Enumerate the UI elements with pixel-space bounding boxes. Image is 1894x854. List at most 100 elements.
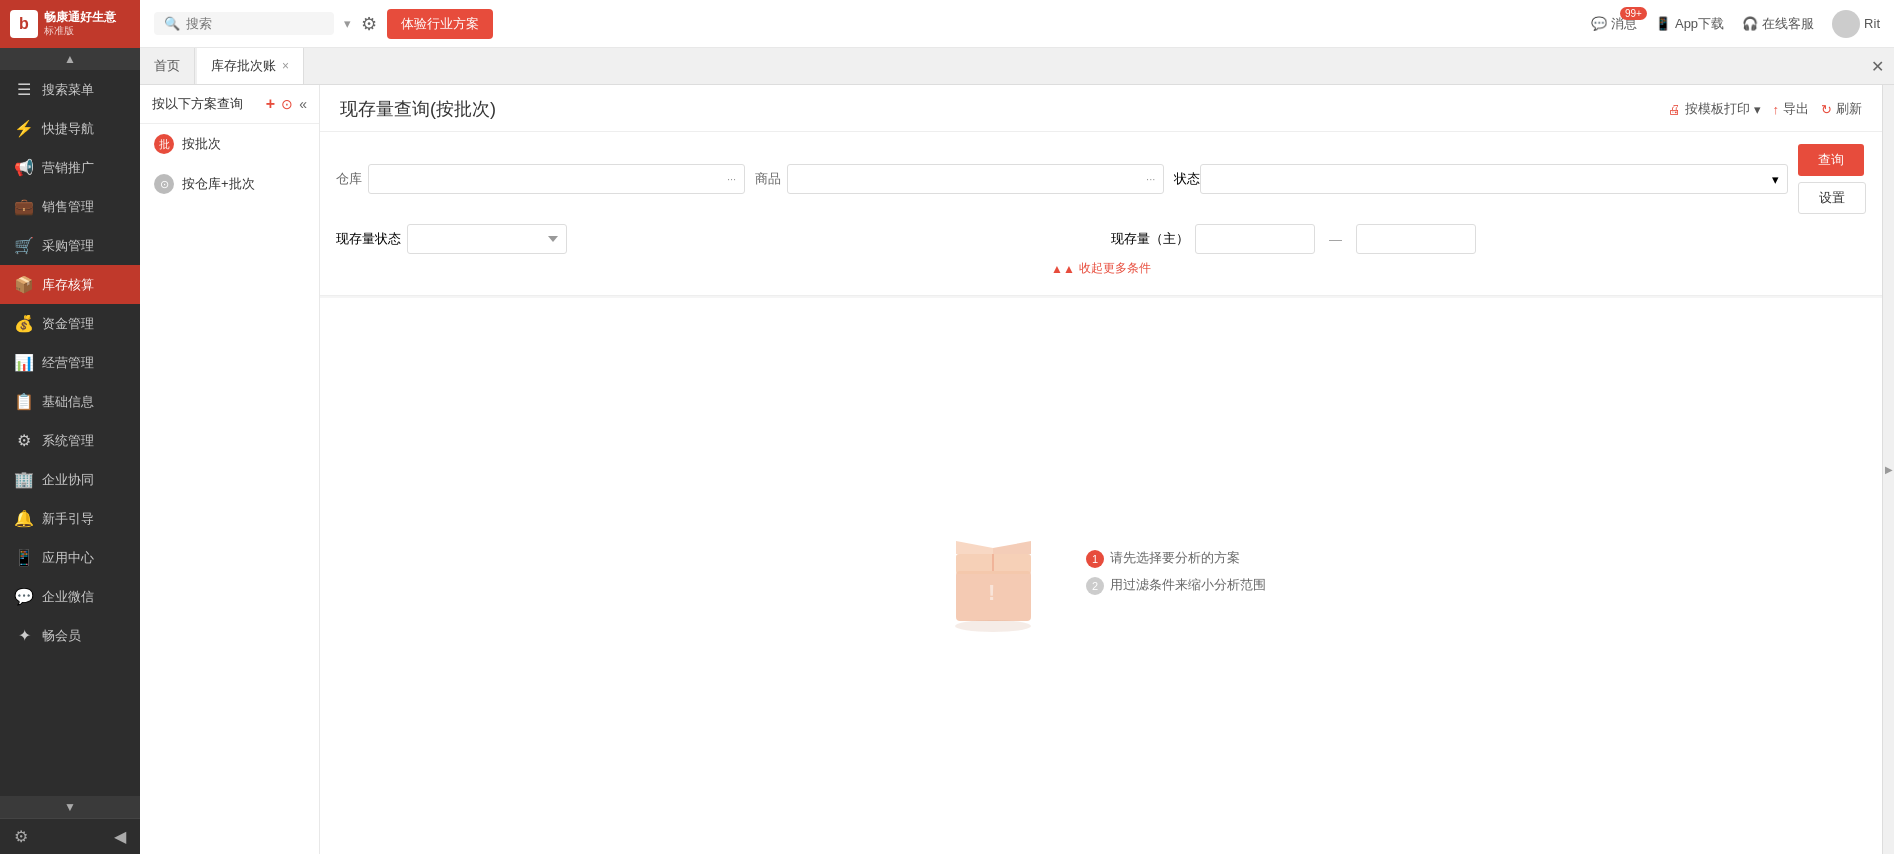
sidebar-item-appcenter[interactable]: 📱 应用中心 (0, 538, 140, 577)
tab-close-icon[interactable]: × (282, 60, 289, 72)
messages-badge: 99+ (1620, 7, 1647, 20)
sidebar-item-basic[interactable]: 📋 基础信息 (0, 382, 140, 421)
sidebar-item-system[interactable]: ⚙ 系统管理 (0, 421, 140, 460)
filter-add-icon[interactable]: + (266, 95, 275, 113)
inventory-qty-from[interactable] (1195, 224, 1315, 254)
page-header-actions: 🖨 按模板打印 ▾ ↑ 导出 ↻ 刷新 (1668, 100, 1863, 118)
sidebar-item-basic-label: 基础信息 (42, 393, 94, 411)
svg-text:!: ! (988, 580, 995, 605)
search-icon: 🔍 (164, 16, 180, 31)
app-download-btn[interactable]: 📱 App下载 (1655, 15, 1724, 33)
basic-icon: 📋 (14, 392, 34, 411)
search-dropdown-icon[interactable]: ▾ (344, 16, 351, 31)
warehouse-more-icon[interactable]: ··· (727, 173, 736, 185)
refresh-btn[interactable]: ↻ 刷新 (1821, 100, 1862, 118)
avatar (1832, 10, 1860, 38)
sidebar-header: b 畅康通好生意 标准版 (0, 0, 140, 48)
search-input[interactable] (186, 16, 306, 31)
refresh-label: 刷新 (1836, 100, 1862, 118)
goods-field: 商品 ··· (755, 164, 1164, 194)
online-service-label: 在线客服 (1762, 15, 1814, 33)
app-logo: b (10, 10, 38, 38)
print-dropdown-icon[interactable]: ▾ (1754, 102, 1761, 117)
wechat-icon: 💬 (14, 587, 34, 606)
step-1-num: 1 (1086, 550, 1104, 568)
sidebar-item-system-label: 系统管理 (42, 432, 94, 450)
sidebar-item-sales[interactable]: 💼 销售管理 (0, 187, 140, 226)
goods-input[interactable]: ··· (787, 164, 1164, 194)
warehouse-field: 仓库 ··· (336, 164, 745, 194)
sidebar-item-wechat[interactable]: 💬 企业微信 (0, 577, 140, 616)
tab-inventory-batch[interactable]: 库存批次账 × (197, 48, 304, 84)
filter-by-warehouse-batch-icon: ⊙ (154, 174, 174, 194)
empty-illustration: ! (936, 516, 1056, 636)
sidebar-item-quicknav[interactable]: ⚡ 快捷导航 (0, 109, 140, 148)
sidebar-scroll-up[interactable]: ▲ (0, 48, 140, 70)
print-icon: 🖨 (1668, 102, 1681, 117)
warehouse-label: 仓库 (336, 170, 362, 188)
status-select[interactable]: ▾ (1200, 164, 1788, 194)
user-avatar-btn[interactable]: Rit (1832, 10, 1880, 38)
sidebar-settings-btn[interactable]: ⚙ (14, 827, 28, 846)
export-icon: ↑ (1773, 102, 1780, 117)
sidebar-item-marketing[interactable]: 📢 营销推广 (0, 148, 140, 187)
sidebar-item-purchase[interactable]: 🛒 采购管理 (0, 226, 140, 265)
filter-collapse-icon[interactable]: « (299, 96, 307, 112)
step-2-text: 用过滤条件来缩小分析范围 (1110, 576, 1266, 594)
sidebar-item-inventory-label: 库存核算 (42, 276, 94, 294)
warehouse-input[interactable]: ··· (368, 164, 745, 194)
query-button[interactable]: 查询 (1798, 144, 1864, 176)
experience-button[interactable]: 体验行业方案 (387, 9, 493, 39)
content-area: 按以下方案查询 + ⊙ « 批 按批次 ⊙ 按仓库+批次 现存量查询(按批次) (140, 85, 1894, 854)
inventory-status-select[interactable] (407, 224, 567, 254)
export-label: 导出 (1783, 100, 1809, 118)
filter-item-by-batch[interactable]: 批 按批次 (140, 124, 319, 164)
empty-step-2: 2 用过滤条件来缩小分析范围 (1086, 576, 1266, 595)
settings-icon[interactable]: ⚙ (361, 13, 377, 35)
collapse-bar[interactable]: ▲▲ 收起更多条件 (336, 254, 1866, 283)
sidebar-item-newuser-label: 新手引导 (42, 510, 94, 528)
sidebar-scroll-down[interactable]: ▼ (0, 796, 140, 818)
form-row-2: 现存量状态 现存量（主） — (336, 224, 1866, 254)
sidebar-collapse-btn[interactable]: ◀ (114, 827, 126, 846)
sidebar-item-search-label: 搜索菜单 (42, 81, 94, 99)
sidebar-item-inventory[interactable]: 📦 库存核算 (0, 265, 140, 304)
sidebar-item-appcenter-label: 应用中心 (42, 549, 94, 567)
top-header: 🔍 ▾ ⚙ 体验行业方案 💬 消息 99+ 📱 App下载 🎧 在线客服 Rit (140, 0, 1894, 48)
inventory-qty-to[interactable] (1356, 224, 1476, 254)
app-edition: 标准版 (44, 24, 116, 38)
sidebar-item-member[interactable]: ✦ 畅会员 (0, 616, 140, 655)
status-dropdown-icon[interactable]: ▾ (1772, 172, 1779, 187)
finance-icon: 💰 (14, 314, 34, 333)
sidebar-item-enterprise[interactable]: 🏢 企业协同 (0, 460, 140, 499)
online-service-btn[interactable]: 🎧 在线客服 (1742, 15, 1814, 33)
sidebar-item-finance[interactable]: 💰 资金管理 (0, 304, 140, 343)
svg-marker-3 (956, 541, 993, 554)
top-search-bar[interactable]: 🔍 (154, 12, 334, 35)
export-btn[interactable]: ↑ 导出 (1773, 100, 1810, 118)
username-label: Rit (1864, 16, 1880, 31)
inventory-qty-dash: — (1329, 232, 1342, 247)
print-template-btn[interactable]: 🖨 按模板打印 ▾ (1668, 100, 1761, 118)
tab-bar-close-btn[interactable]: ✕ (1871, 57, 1884, 76)
tab-home[interactable]: 首页 (140, 48, 195, 84)
sidebar-item-operations[interactable]: 📊 经营管理 (0, 343, 140, 382)
empty-svg: ! (936, 516, 1056, 636)
page-header: 现存量查询(按批次) 🖨 按模板打印 ▾ ↑ 导出 ↻ 刷新 (320, 85, 1882, 132)
goods-more-icon[interactable]: ··· (1146, 173, 1155, 185)
filter-item-by-warehouse-batch[interactable]: ⊙ 按仓库+批次 (140, 164, 319, 204)
newuser-icon: 🔔 (14, 509, 34, 528)
right-handle-icon: ▶ (1885, 464, 1893, 475)
sidebar: b 畅康通好生意 标准版 ▲ ☰ 搜索菜单 ⚡ 快捷导航 📢 营销推广 💼 销售… (0, 0, 140, 854)
messages-btn[interactable]: 💬 消息 99+ (1591, 15, 1637, 33)
right-handle[interactable]: ▶ (1882, 85, 1894, 854)
filter-panel-header: 按以下方案查询 + ⊙ « (140, 85, 319, 124)
sidebar-item-search[interactable]: ☰ 搜索菜单 (0, 70, 140, 109)
operations-icon: 📊 (14, 353, 34, 372)
status-label: 状态 (1174, 170, 1200, 188)
sidebar-item-sales-label: 销售管理 (42, 198, 94, 216)
setting-button[interactable]: 设置 (1798, 182, 1866, 214)
filter-settings-icon[interactable]: ⊙ (281, 96, 293, 112)
active-tab-label: 库存批次账 (211, 57, 276, 75)
sidebar-item-newuser[interactable]: 🔔 新手引导 (0, 499, 140, 538)
